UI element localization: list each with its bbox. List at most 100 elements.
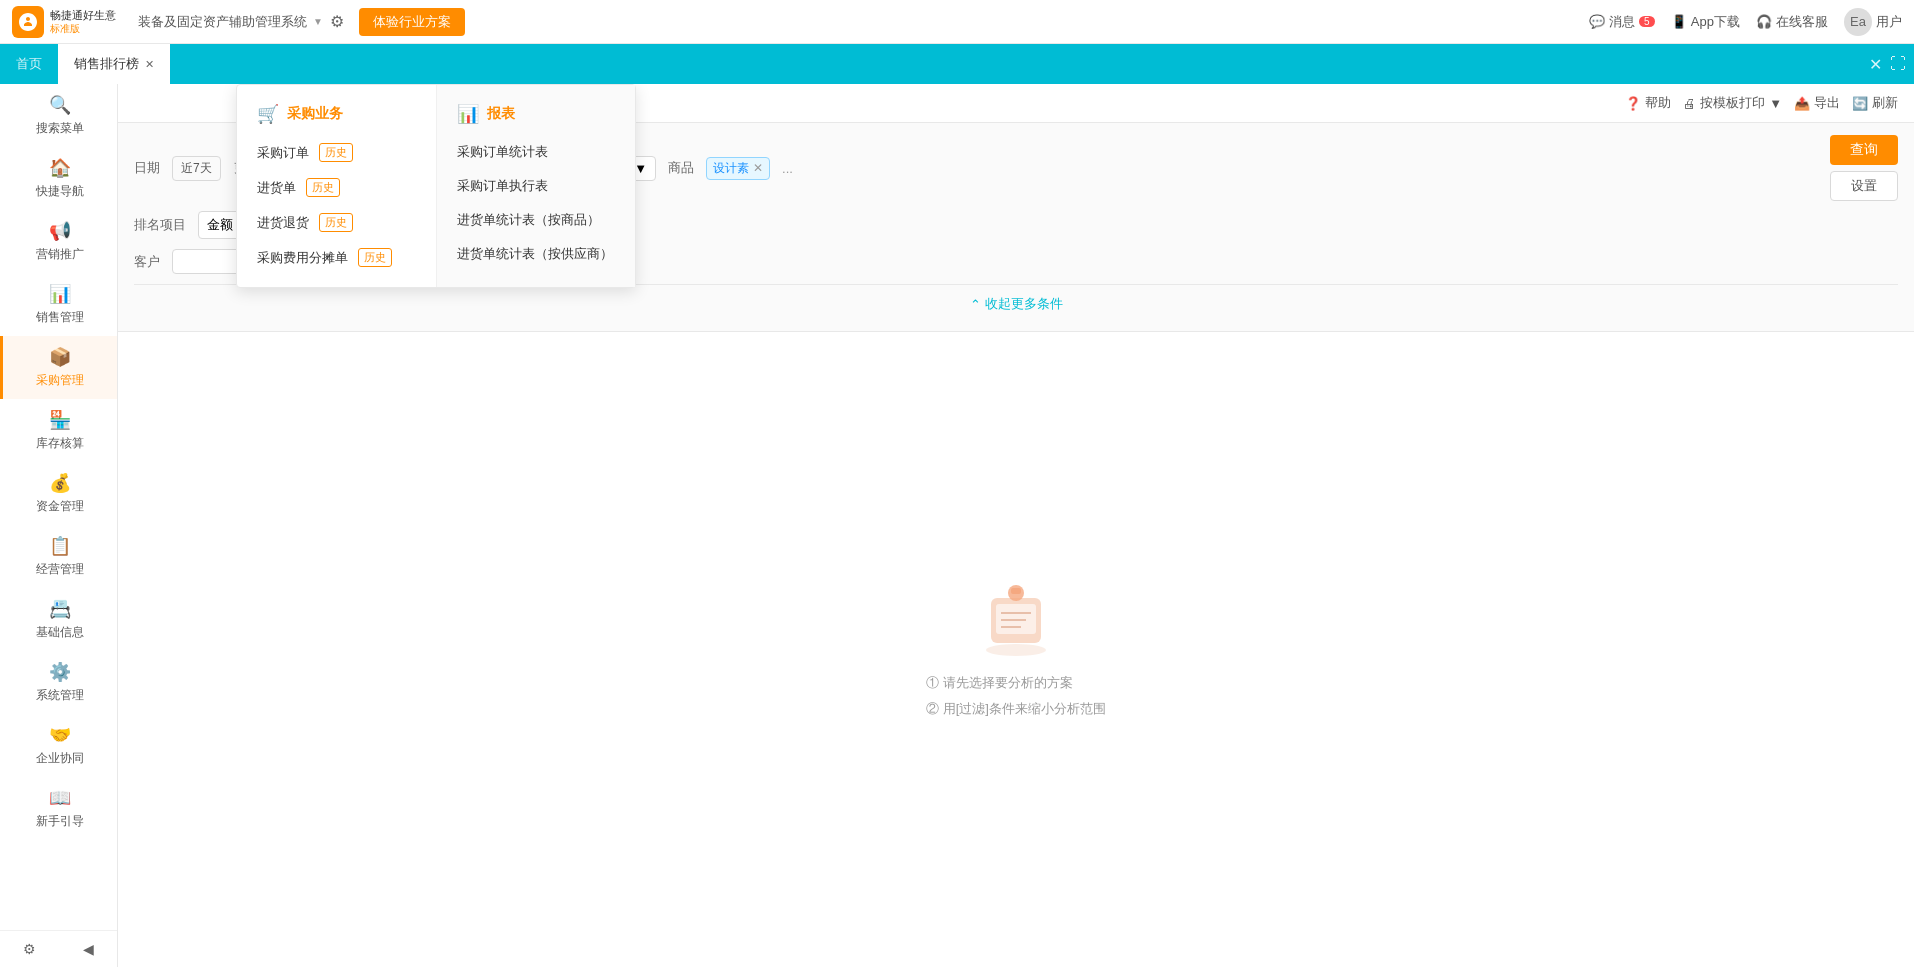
phone-icon: 📱 [1671, 14, 1687, 29]
customer-label: 客户 [134, 253, 160, 271]
dropdown-item-order-stats[interactable]: 采购订单统计表 [437, 135, 636, 169]
rank-label: 排名项目 [134, 216, 186, 234]
help-icon: ❓ [1625, 96, 1641, 111]
sidebar-item-purchase[interactable]: 📦 采购管理 [0, 336, 117, 399]
purchase-col-icon: 🛒 [257, 103, 279, 125]
help-button[interactable]: ❓ 帮助 [1625, 94, 1671, 112]
logo-icon [12, 6, 44, 38]
user-menu-button[interactable]: Ea 用户 [1844, 8, 1902, 36]
empty-state: ① 请先选择要分析的方案 ② 用[过滤]条件来缩小分析范围 [118, 332, 1914, 967]
logo-area: 畅捷通好生意 标准版 [12, 6, 130, 38]
dropdown-item-inbound-stats-product[interactable]: 进货单统计表（按商品） [437, 203, 636, 237]
sidebar-item-sales[interactable]: 📊 销售管理 [0, 273, 117, 336]
guide-icon: 📖 [49, 787, 71, 809]
collapse-icon: ⌃ [970, 297, 981, 312]
print-icon: 🖨 [1683, 96, 1696, 111]
sidebar-item-quick-nav[interactable]: 🏠 快捷导航 [0, 147, 117, 210]
tab-sales-rank[interactable]: 销售排行榜 ✕ [58, 44, 170, 84]
dropdown-arrow-icon[interactable]: ▼ [313, 16, 323, 27]
search-icon: 🔍 [49, 94, 71, 116]
sidebar-item-basic-info[interactable]: 📇 基础信息 [0, 588, 117, 651]
collapse-filters-button[interactable]: ⌃ 收起更多条件 [134, 289, 1898, 319]
date-7days-btn[interactable]: 近7天 [172, 156, 221, 181]
report-col: 📊 报表 采购订单统计表 采购订单执行表 进货单统计表（按商品） 进货单统计表（… [437, 85, 636, 287]
history-badge-0: 历史 [319, 143, 353, 162]
empty-illustration [966, 578, 1066, 658]
dropdown-item-order-exec[interactable]: 采购订单执行表 [437, 169, 636, 203]
dropdown-item-purchase-order[interactable]: 采购订单 历史 [237, 135, 436, 170]
system-icon: ⚙️ [49, 661, 71, 683]
app-download-button[interactable]: 📱 App下载 [1671, 13, 1740, 31]
sidebar-item-search[interactable]: 🔍 搜索菜单 [0, 84, 117, 147]
svg-point-0 [986, 644, 1046, 656]
avatar: Ea [1844, 8, 1872, 36]
query-button[interactable]: 查询 [1830, 135, 1898, 165]
header-right: 💬 消息 5 📱 App下载 🎧 在线客服 Ea 用户 [1589, 8, 1902, 36]
report-col-icon: 📊 [457, 103, 479, 125]
refresh-button[interactable]: 🔄 刷新 [1852, 94, 1898, 112]
column-settings-button[interactable]: 设置 [1830, 171, 1898, 201]
report-col-header: 📊 报表 [437, 97, 636, 135]
dropdown-item-inbound[interactable]: 进货单 历史 [237, 170, 436, 205]
history-badge-1: 历史 [306, 178, 340, 197]
tab-close-all-button[interactable]: ✕ [1869, 55, 1882, 74]
product-filter-dots[interactable]: ... [782, 161, 793, 176]
export-icon: 📤 [1794, 96, 1810, 111]
trial-button[interactable]: 体验行业方案 [359, 8, 465, 36]
tab-close-icon[interactable]: ✕ [145, 58, 154, 71]
refresh-icon: 🔄 [1852, 96, 1868, 111]
sidebar-bottom: ⚙ ◀ [0, 930, 117, 967]
product-filter-tag[interactable]: 设计素 ✕ [706, 157, 770, 180]
tab-expand-button[interactable]: ⛶ [1890, 55, 1906, 73]
marketing-icon: 📢 [49, 220, 71, 242]
message-button[interactable]: 💬 消息 5 [1589, 13, 1655, 31]
purchase-icon: 📦 [49, 346, 71, 368]
system-title: 装备及固定资产辅助管理系统 ▼ [138, 13, 323, 31]
enterprise-icon: 🤝 [49, 724, 71, 746]
sidebar-collapse-button[interactable]: ◀ [83, 941, 94, 957]
home-icon: 🏠 [49, 157, 71, 179]
sidebar-item-marketing[interactable]: 📢 营销推广 [0, 210, 117, 273]
dropdown-item-inbound-stats-supplier[interactable]: 进货单统计表（按供应商） [437, 237, 636, 271]
print-button[interactable]: 🖨 按模板打印 ▼ [1683, 94, 1782, 112]
operations-icon: 📋 [49, 535, 71, 557]
svg-rect-4 [1011, 588, 1021, 594]
sidebar-item-enterprise[interactable]: 🤝 企业协同 [0, 714, 117, 777]
logo-text: 畅捷通好生意 标准版 [50, 8, 116, 35]
sidebar-item-system[interactable]: ⚙️ 系统管理 [0, 651, 117, 714]
dropdown-item-return[interactable]: 进货退货 历史 [237, 205, 436, 240]
tab-bar-actions: ✕ ⛶ [1869, 55, 1914, 74]
empty-tips: ① 请先选择要分析的方案 ② 用[过滤]条件来缩小分析范围 [926, 670, 1106, 722]
sales-icon: 📊 [49, 283, 71, 305]
purchase-dropdown-menu: 🛒 采购业务 采购订单 历史 进货单 历史 进货退货 历史 采购费用分摊单 [236, 84, 636, 288]
sidebar: 🔍 搜索菜单 🏠 快捷导航 📢 营销推广 📊 销售管理 📦 采购管理 🏪 库存核… [0, 84, 118, 967]
headset-icon: 🎧 [1756, 14, 1772, 29]
settings-gear-button[interactable]: ⚙ [323, 8, 351, 36]
purchase-business-col: 🛒 采购业务 采购订单 历史 进货单 历史 进货退货 历史 采购费用分摊单 [237, 85, 437, 287]
tab-home[interactable]: 首页 [0, 44, 58, 84]
print-dropdown-icon[interactable]: ▼ [1769, 96, 1782, 111]
sidebar-item-inventory[interactable]: 🏪 库存核算 [0, 399, 117, 462]
main-layout: 🔍 搜索菜单 🏠 快捷导航 📢 营销推广 📊 销售管理 📦 采购管理 🏪 库存核… [0, 84, 1914, 967]
product-tag-close-icon[interactable]: ✕ [753, 161, 763, 175]
inventory-icon: 🏪 [49, 409, 71, 431]
date-filter-label: 日期 [134, 159, 160, 177]
message-icon: 💬 [1589, 14, 1605, 29]
online-service-button[interactable]: 🎧 在线客服 [1756, 13, 1828, 31]
top-header: 畅捷通好生意 标准版 装备及固定资产辅助管理系统 ▼ ⚙ 体验行业方案 💬 消息… [0, 0, 1914, 44]
filter-action-buttons: 查询 设置 [1830, 135, 1898, 201]
sidebar-item-finance[interactable]: 💰 资金管理 [0, 462, 117, 525]
basic-info-icon: 📇 [49, 598, 71, 620]
sidebar-settings-button[interactable]: ⚙ [23, 941, 36, 957]
voucher-status-arrow: ▼ [634, 161, 647, 176]
sidebar-item-operations[interactable]: 📋 经营管理 [0, 525, 117, 588]
content-area: ❓ 帮助 🖨 按模板打印 ▼ 📤 导出 🔄 刷新 日期 近7天 [118, 84, 1914, 967]
dropdown-item-expense[interactable]: 采购费用分摊单 历史 [237, 240, 436, 275]
history-badge-2: 历史 [319, 213, 353, 232]
product-filter-label: 商品 [668, 159, 694, 177]
export-button[interactable]: 📤 导出 [1794, 94, 1840, 112]
purchase-col-header: 🛒 采购业务 [237, 97, 436, 135]
history-badge-3: 历史 [358, 248, 392, 267]
sidebar-item-guide[interactable]: 📖 新手引导 [0, 777, 117, 840]
finance-icon: 💰 [49, 472, 71, 494]
